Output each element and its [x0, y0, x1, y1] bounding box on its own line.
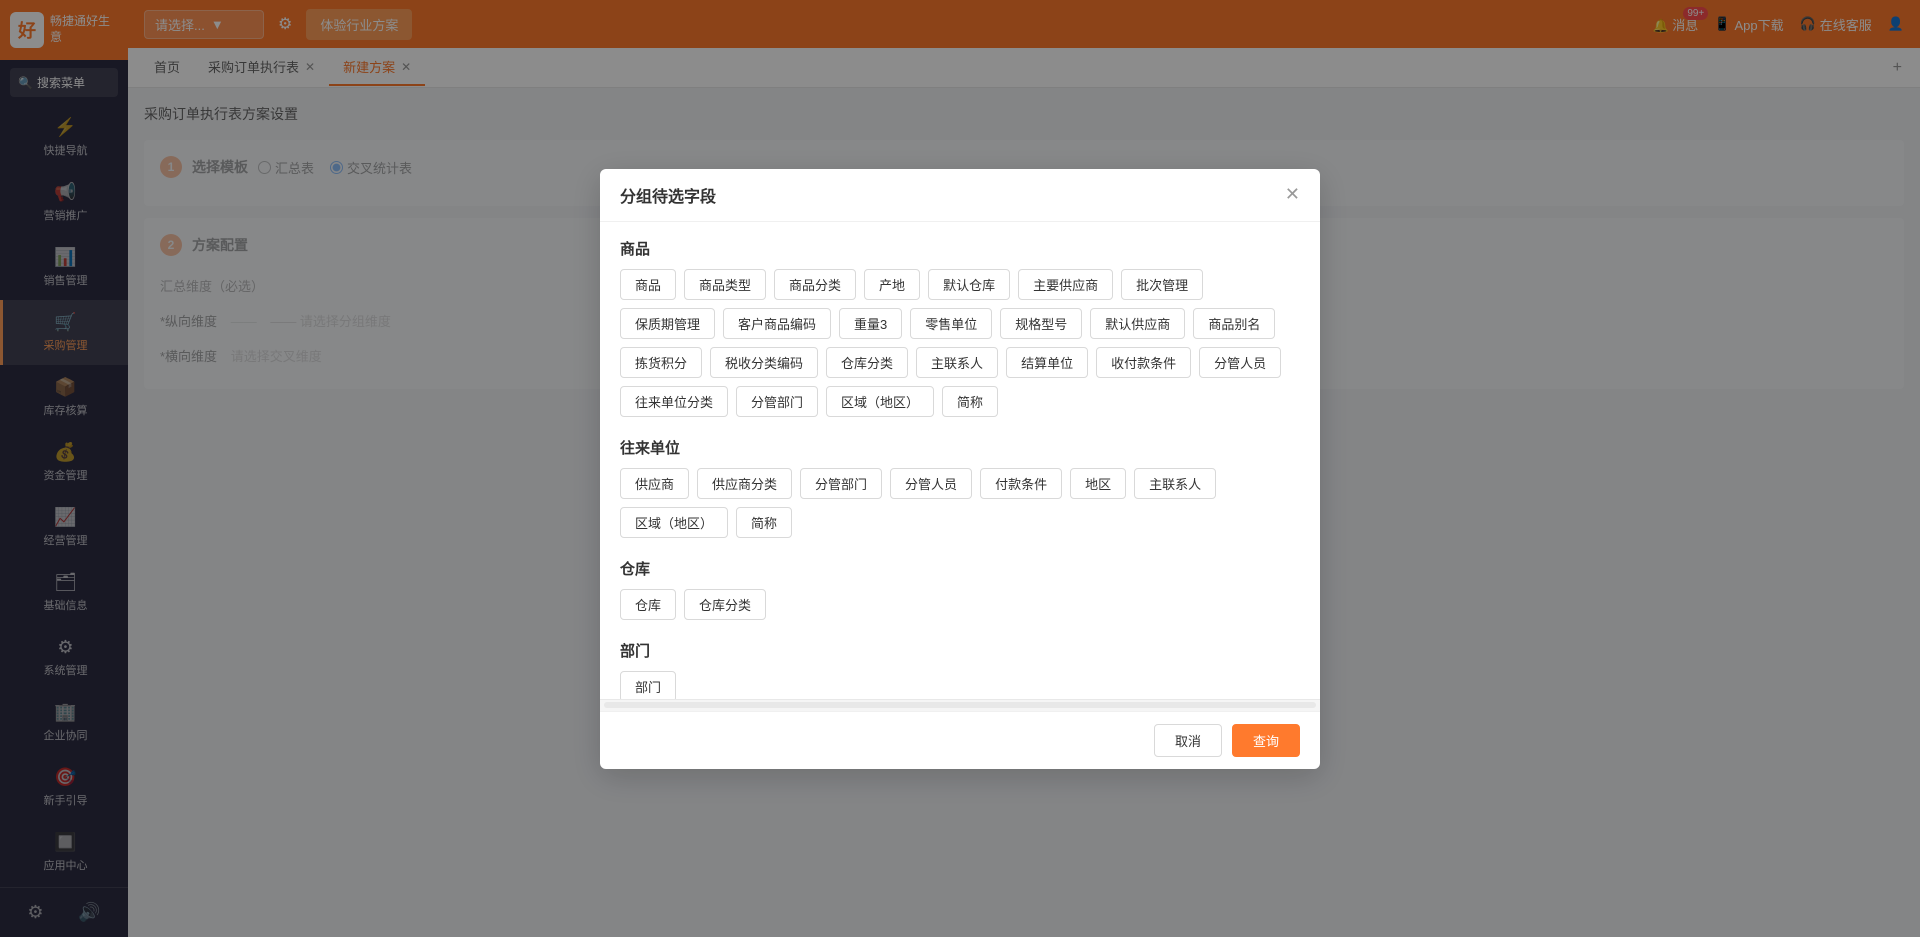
field-tag-spec-model[interactable]: 规格型号	[1000, 308, 1082, 339]
modal-body: 商品 商品 商品类型 商品分类 产地 默认仓库 主要供应商 批次管理 保质期管理…	[600, 222, 1320, 699]
category-dept-tags: 部门	[620, 671, 1300, 699]
field-tag-warehouse-cat[interactable]: 仓库分类	[684, 589, 766, 620]
field-tag-manage-dept[interactable]: 分管部门	[736, 386, 818, 417]
field-tag-manager[interactable]: 分管人员	[1199, 347, 1281, 378]
field-tag-default-warehouse[interactable]: 默认仓库	[928, 269, 1010, 300]
modal-horizontal-scrollbar[interactable]	[600, 699, 1320, 711]
field-tag-goods-type[interactable]: 商品类型	[684, 269, 766, 300]
field-tag-origin[interactable]: 产地	[864, 269, 920, 300]
field-tag-main-contact[interactable]: 主联系人	[916, 347, 998, 378]
field-tag-default-supplier[interactable]: 默认供应商	[1090, 308, 1185, 339]
field-tag-warehouse[interactable]: 仓库	[620, 589, 676, 620]
field-tag-short-name-goods[interactable]: 简称	[942, 386, 998, 417]
modal-footer: 取消 查询	[600, 711, 1320, 769]
field-tag-partner-category[interactable]: 往来单位分类	[620, 386, 728, 417]
category-goods-tags: 商品 商品类型 商品分类 产地 默认仓库 主要供应商 批次管理 保质期管理 客户…	[620, 269, 1300, 417]
modal-title: 分组待选字段	[620, 183, 716, 207]
field-tag-tax-code[interactable]: 税收分类编码	[710, 347, 818, 378]
field-tag-payment-condition[interactable]: 收付款条件	[1096, 347, 1191, 378]
category-goods: 商品 商品 商品类型 商品分类 产地 默认仓库 主要供应商 批次管理 保质期管理…	[620, 238, 1300, 417]
field-tag-manage-dept2[interactable]: 分管部门	[800, 468, 882, 499]
field-tag-short-name-partner[interactable]: 简称	[736, 507, 792, 538]
field-tag-area[interactable]: 地区	[1070, 468, 1126, 499]
field-tag-goods[interactable]: 商品	[620, 269, 676, 300]
category-dept: 部门 部门	[620, 640, 1300, 699]
field-tag-dept[interactable]: 部门	[620, 671, 676, 699]
field-tag-weight3[interactable]: 重量3	[839, 308, 902, 339]
modal-close-button[interactable]: ✕	[1285, 184, 1300, 205]
modal-overlay: 分组待选字段 ✕ 商品 商品 商品类型 商品分类 产地 默认仓库 主要供应商 批…	[0, 0, 1920, 937]
field-tag-goods-alias[interactable]: 商品别名	[1193, 308, 1275, 339]
field-tag-region-goods[interactable]: 区域（地区）	[826, 386, 934, 417]
modal-confirm-button[interactable]: 查询	[1232, 724, 1300, 757]
field-tag-supplier-category[interactable]: 供应商分类	[697, 468, 792, 499]
category-warehouse: 仓库 仓库 仓库分类	[620, 558, 1300, 620]
category-partner-title: 往来单位	[620, 437, 1300, 458]
modal-hscroll-track	[604, 702, 1316, 708]
field-tag-retail-unit[interactable]: 零售单位	[910, 308, 992, 339]
modal-cancel-button[interactable]: 取消	[1154, 724, 1222, 757]
category-partner-tags: 供应商 供应商分类 分管部门 分管人员 付款条件 地区 主联系人 区域（地区） …	[620, 468, 1300, 538]
category-partner: 往来单位 供应商 供应商分类 分管部门 分管人员 付款条件 地区 主联系人 区域…	[620, 437, 1300, 538]
field-tag-settlement-unit[interactable]: 结算单位	[1006, 347, 1088, 378]
field-select-modal: 分组待选字段 ✕ 商品 商品 商品类型 商品分类 产地 默认仓库 主要供应商 批…	[600, 169, 1320, 769]
field-tag-shelf-life[interactable]: 保质期管理	[620, 308, 715, 339]
field-tag-supplier[interactable]: 供应商	[620, 468, 689, 499]
field-tag-payment-terms[interactable]: 付款条件	[980, 468, 1062, 499]
modal-header: 分组待选字段 ✕	[600, 169, 1320, 222]
field-tag-customer-sku[interactable]: 客户商品编码	[723, 308, 831, 339]
field-tag-main-supplier[interactable]: 主要供应商	[1018, 269, 1113, 300]
category-warehouse-tags: 仓库 仓库分类	[620, 589, 1300, 620]
field-tag-warehouse-category[interactable]: 仓库分类	[826, 347, 908, 378]
field-tag-main-contact2[interactable]: 主联系人	[1134, 468, 1216, 499]
category-dept-title: 部门	[620, 640, 1300, 661]
field-tag-batch-manage[interactable]: 批次管理	[1121, 269, 1203, 300]
category-goods-title: 商品	[620, 238, 1300, 259]
field-tag-pick-points[interactable]: 拣货积分	[620, 347, 702, 378]
field-tag-manage-staff[interactable]: 分管人员	[890, 468, 972, 499]
category-warehouse-title: 仓库	[620, 558, 1300, 579]
field-tag-region-partner[interactable]: 区域（地区）	[620, 507, 728, 538]
field-tag-goods-category[interactable]: 商品分类	[774, 269, 856, 300]
